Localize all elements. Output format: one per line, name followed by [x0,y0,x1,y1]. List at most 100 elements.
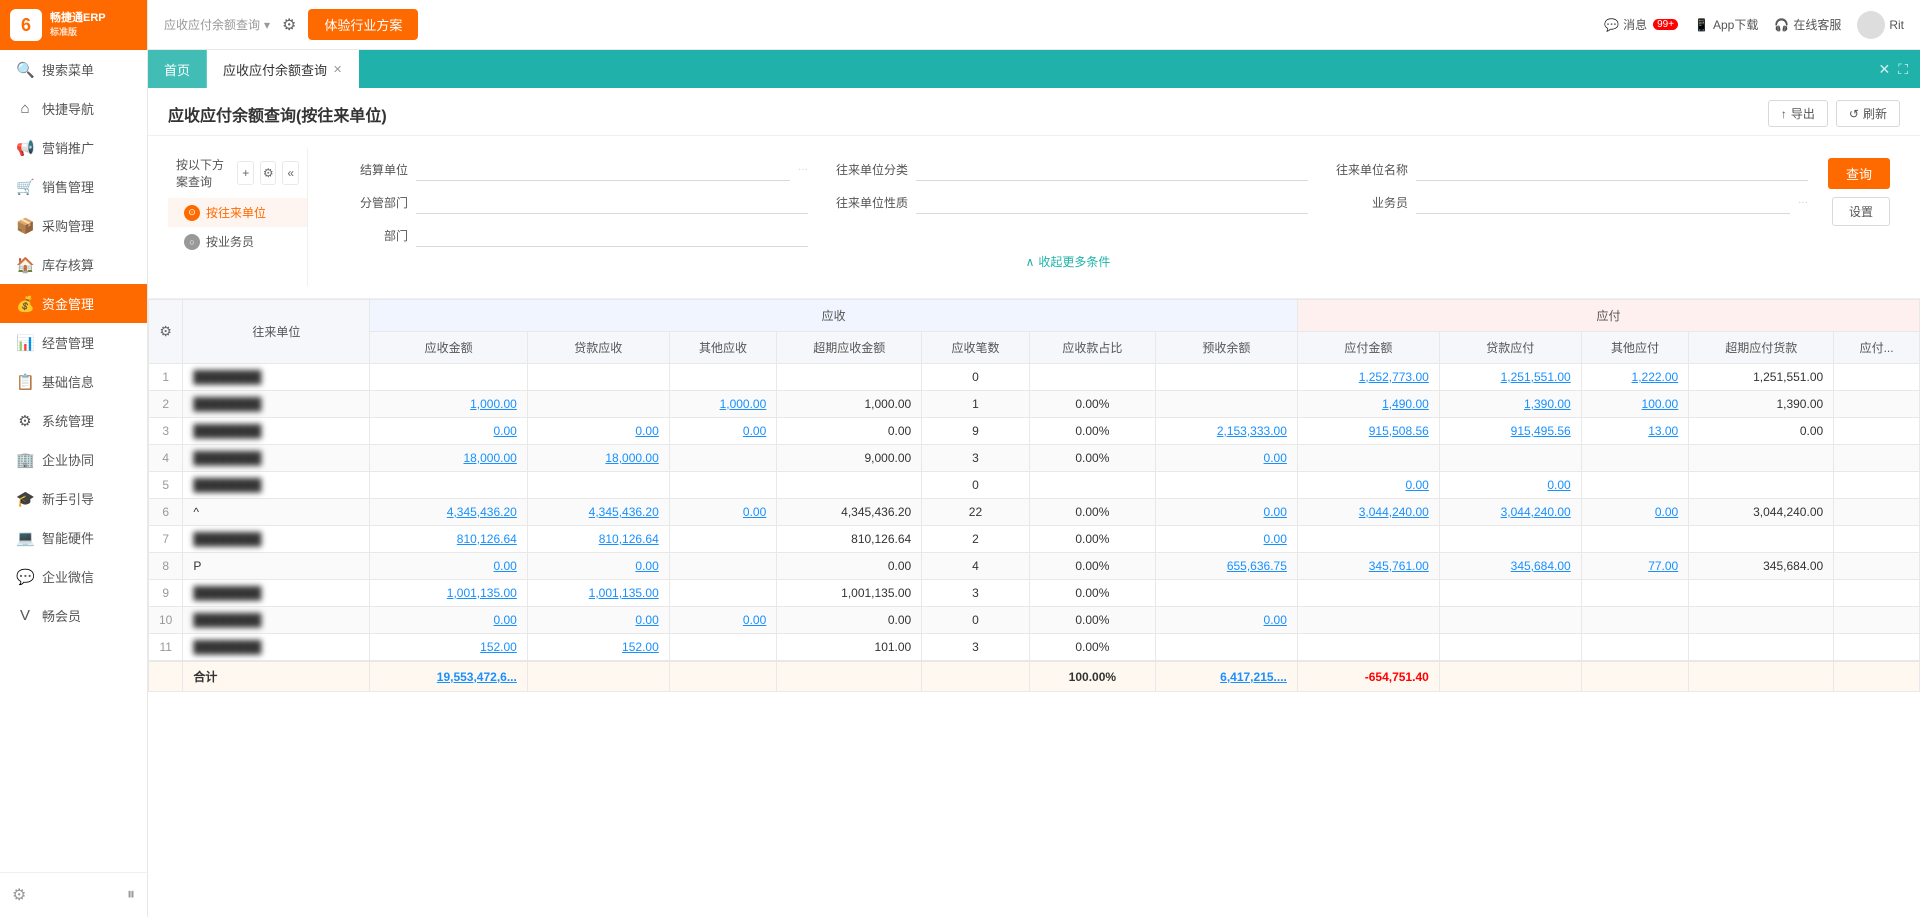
filter-settlement-unit: 结算单位 ··· [328,158,808,181]
basic-icon: 📋 [16,373,34,391]
table-row: 1████████01,252,773.001,251,551.001,222.… [149,364,1920,391]
col-ar-amount: 应收金额 [370,332,528,364]
filter-partner-nature: 往来单位性质 [828,191,1308,214]
sidebar-item-wechat[interactable]: 💬 企业微信 [0,557,147,596]
col-group-receivable: 应收 [370,300,1298,332]
sidebar-item-basic[interactable]: 📋 基础信息 [0,362,147,401]
topbar-right: 💬 消息 99+ 📱 App下载 🎧 在线客服 Rit [1604,11,1904,39]
table-row: 7████████810,126.64810,126.64810,126.642… [149,526,1920,553]
topbar-gear-icon[interactable]: ⚙ [282,15,296,35]
tab-close-icon[interactable]: ✕ [333,63,342,76]
filter-dept-manager: 分管部门 [328,191,808,214]
setting-button[interactable]: 设置 [1832,197,1890,226]
table-row: 2████████1,000.001,000.001,000.0010.00%1… [149,391,1920,418]
query-mode-by-partner[interactable]: ⊙ 按往来单位 [168,198,307,227]
app-download-button[interactable]: 📱 App下载 [1694,16,1758,33]
page: 应收应付余额查询(按往来单位) ↑ 导出 ↺ 刷新 [148,88,1920,917]
query-button[interactable]: 查询 [1828,158,1890,189]
filter-partner-category: 往来单位分类 [828,158,1308,181]
notification-badge: 99+ [1653,19,1678,30]
row-num: 5 [149,472,183,499]
col-ar-ratio: 应收款占比 [1029,332,1155,364]
col-overdue-ar: 超期应收金额 [777,332,922,364]
filter-collapse-btn[interactable]: ∧ 收起更多条件 [328,247,1808,276]
export-button[interactable]: ↑ 导出 [1768,100,1828,127]
filter-label: 按以下方案查询 [176,156,231,190]
settings-footer-icon[interactable]: ⚙ [8,881,30,909]
by-staff-label: 按业务员 [206,233,254,250]
notification-button[interactable]: 💬 消息 99+ [1604,16,1678,33]
sidebar-item-hardware[interactable]: 💻 智能硬件 [0,518,147,557]
salesperson-label: 业务员 [1328,194,1408,211]
col-other-receivable: 其他应收 [669,332,777,364]
download-icon: 📱 [1694,18,1709,32]
partner-name-input[interactable] [1416,158,1808,181]
user-avatar [1857,11,1885,39]
total-ap-amount: -654,751.40 [1297,661,1439,692]
add-filter-icon[interactable]: + [237,161,254,185]
sidebar-item-search[interactable]: 🔍 搜索菜单 [0,50,147,89]
query-mode-sidebar: 按以下方案查询 + ⚙ « ⊙ 按往来单位 ○ 按业务员 [168,148,308,286]
row-partner: P [183,553,370,580]
row-partner: ████████ [183,526,370,553]
window-controls: ✕ ⛶ [1878,61,1920,78]
main-area: 应收应付余额查询 ▾ ⚙ 体验行业方案 💬 消息 99+ 📱 App下载 🎧 在… [148,0,1920,917]
collapse-filter-icon[interactable]: « [282,161,299,185]
filter-rows: 结算单位 ··· 往来单位分类 往来单位名称 [328,158,1808,247]
tab-home[interactable]: 首页 [148,50,207,88]
filter-area: 按以下方案查询 + ⚙ « ⊙ 按往来单位 ○ 按业务员 [148,136,1920,299]
query-mode-by-staff[interactable]: ○ 按业务员 [168,227,307,256]
row-partner: ^ [183,499,370,526]
col-ap-amount: 应付金额 [1297,332,1439,364]
collapse-sidebar-icon[interactable]: ⏸ [123,882,139,908]
user-name: Rit [1889,18,1904,32]
tabbar: 首页 应收应付余额查询 ✕ ✕ ⛶ [148,50,1920,88]
settlement-unit-input[interactable] [416,158,790,181]
gear-filter-icon[interactable]: ⚙ [260,161,277,185]
sidebar-item-guide[interactable]: 🎓 新手引导 [0,479,147,518]
sidebar-item-purchase[interactable]: 📦 采购管理 [0,206,147,245]
sidebar-item-marketing[interactable]: 📢 营销推广 [0,128,147,167]
online-service-button[interactable]: 🎧 在线客服 [1774,16,1841,33]
sidebar-item-member[interactable]: V 畅会员 [0,596,147,635]
total-ar-amount[interactable]: 19,553,472,6... [370,661,528,692]
sidebar-item-finance[interactable]: 💰 资金管理 [0,284,147,323]
sidebar-item-sales[interactable]: 🛒 销售管理 [0,167,147,206]
refresh-button[interactable]: ↺ 刷新 [1836,100,1900,127]
wechat-icon: 💬 [16,568,34,586]
by-staff-icon: ○ [184,234,200,250]
dept-manager-select[interactable] [416,191,808,214]
inventory-icon: 🏠 [16,256,34,274]
window-expand-icon[interactable]: ⛶ [1898,61,1908,78]
export-icon: ↑ [1781,107,1787,121]
col-loan-receivable: 贷款应收 [527,332,669,364]
sidebar-item-quicknav[interactable]: ⌂ 快捷导航 [0,89,147,128]
row-num: 3 [149,418,183,445]
total-advance-balance[interactable]: 6,417,215.... [1155,661,1297,692]
sidebar-item-operation[interactable]: 📊 经营管理 [0,323,147,362]
by-partner-icon: ⊙ [184,205,200,221]
col-loan-payable: 贷款应付 [1439,332,1581,364]
col-group-payable: 应付 [1297,300,1919,332]
tab-arbalance[interactable]: 应收应付余额查询 ✕ [207,50,359,88]
dept-select[interactable] [416,224,808,247]
total-loan-payable [1439,661,1581,692]
partner-nature-select[interactable] [916,191,1308,214]
table-row: 11████████152.00152.00101.0030.00% [149,634,1920,662]
service-label: 在线客服 [1793,16,1841,33]
row-num: 11 [149,634,183,662]
sidebar-item-system[interactable]: ⚙ 系统管理 [0,401,147,440]
table-row: 9████████1,001,135.001,001,135.001,001,1… [149,580,1920,607]
salesperson-input[interactable] [1416,191,1790,214]
table-settings-icon[interactable]: ⚙ [159,323,172,339]
table-settings-header[interactable]: ⚙ [149,300,183,364]
sidebar-item-inventory[interactable]: 🏠 库存核算 [0,245,147,284]
sidebar-item-enterprise[interactable]: 🏢 企业协同 [0,440,147,479]
solution-button[interactable]: 体验行业方案 [308,9,418,40]
partner-category-select[interactable] [916,158,1308,181]
user-profile[interactable]: Rit [1857,11,1904,39]
enterprise-icon: 🏢 [16,451,34,469]
window-close-icon[interactable]: ✕ [1878,61,1890,78]
page-header: 应收应付余额查询(按往来单位) ↑ 导出 ↺ 刷新 [148,88,1920,136]
partner-name-label: 往来单位名称 [1328,161,1408,178]
